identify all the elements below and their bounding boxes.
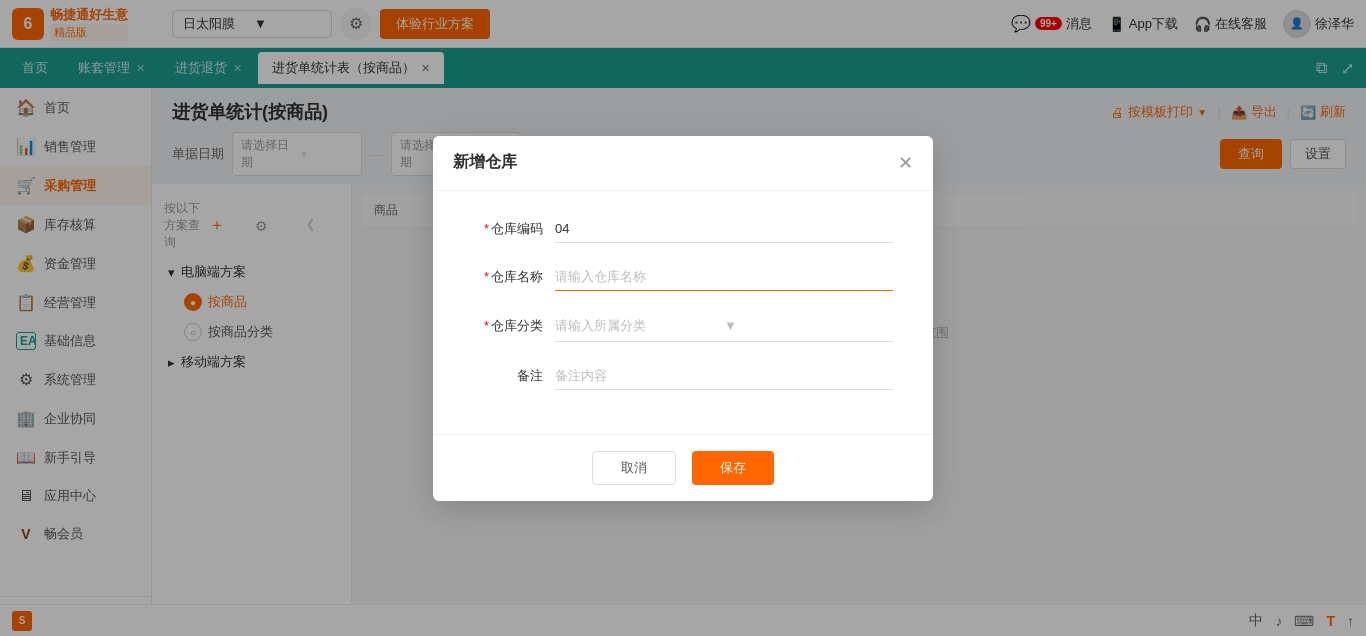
- form-row-category: *仓库分类 请输入所属分类 ▼: [473, 311, 893, 342]
- cancel-button[interactable]: 取消: [592, 451, 676, 485]
- modal-header: 新增仓库 ✕: [433, 136, 933, 191]
- code-label: *仓库编码: [473, 220, 543, 238]
- form-row-code: *仓库编码: [473, 215, 893, 243]
- category-dropdown-icon[interactable]: ▼: [724, 318, 893, 333]
- remark-input[interactable]: [555, 362, 893, 390]
- modal-overlay: 新增仓库 ✕ *仓库编码 *仓库名称 *仓库分类: [0, 0, 1366, 636]
- name-input[interactable]: [555, 263, 893, 291]
- modal-close-icon[interactable]: ✕: [898, 152, 913, 174]
- name-label: *仓库名称: [473, 268, 543, 286]
- modal-footer: 取消 保存: [433, 434, 933, 501]
- form-row-name: *仓库名称: [473, 263, 893, 291]
- form-row-remark: 备注: [473, 362, 893, 390]
- category-select[interactable]: 请输入所属分类 ▼: [555, 311, 893, 342]
- code-input[interactable]: [555, 215, 893, 243]
- new-warehouse-modal: 新增仓库 ✕ *仓库编码 *仓库名称 *仓库分类: [433, 136, 933, 501]
- modal-body: *仓库编码 *仓库名称 *仓库分类 请输入所属分类 ▼: [433, 191, 933, 434]
- category-label: *仓库分类: [473, 317, 543, 335]
- remark-label: 备注: [473, 367, 543, 385]
- save-button[interactable]: 保存: [692, 451, 774, 485]
- modal-title: 新增仓库: [453, 152, 517, 173]
